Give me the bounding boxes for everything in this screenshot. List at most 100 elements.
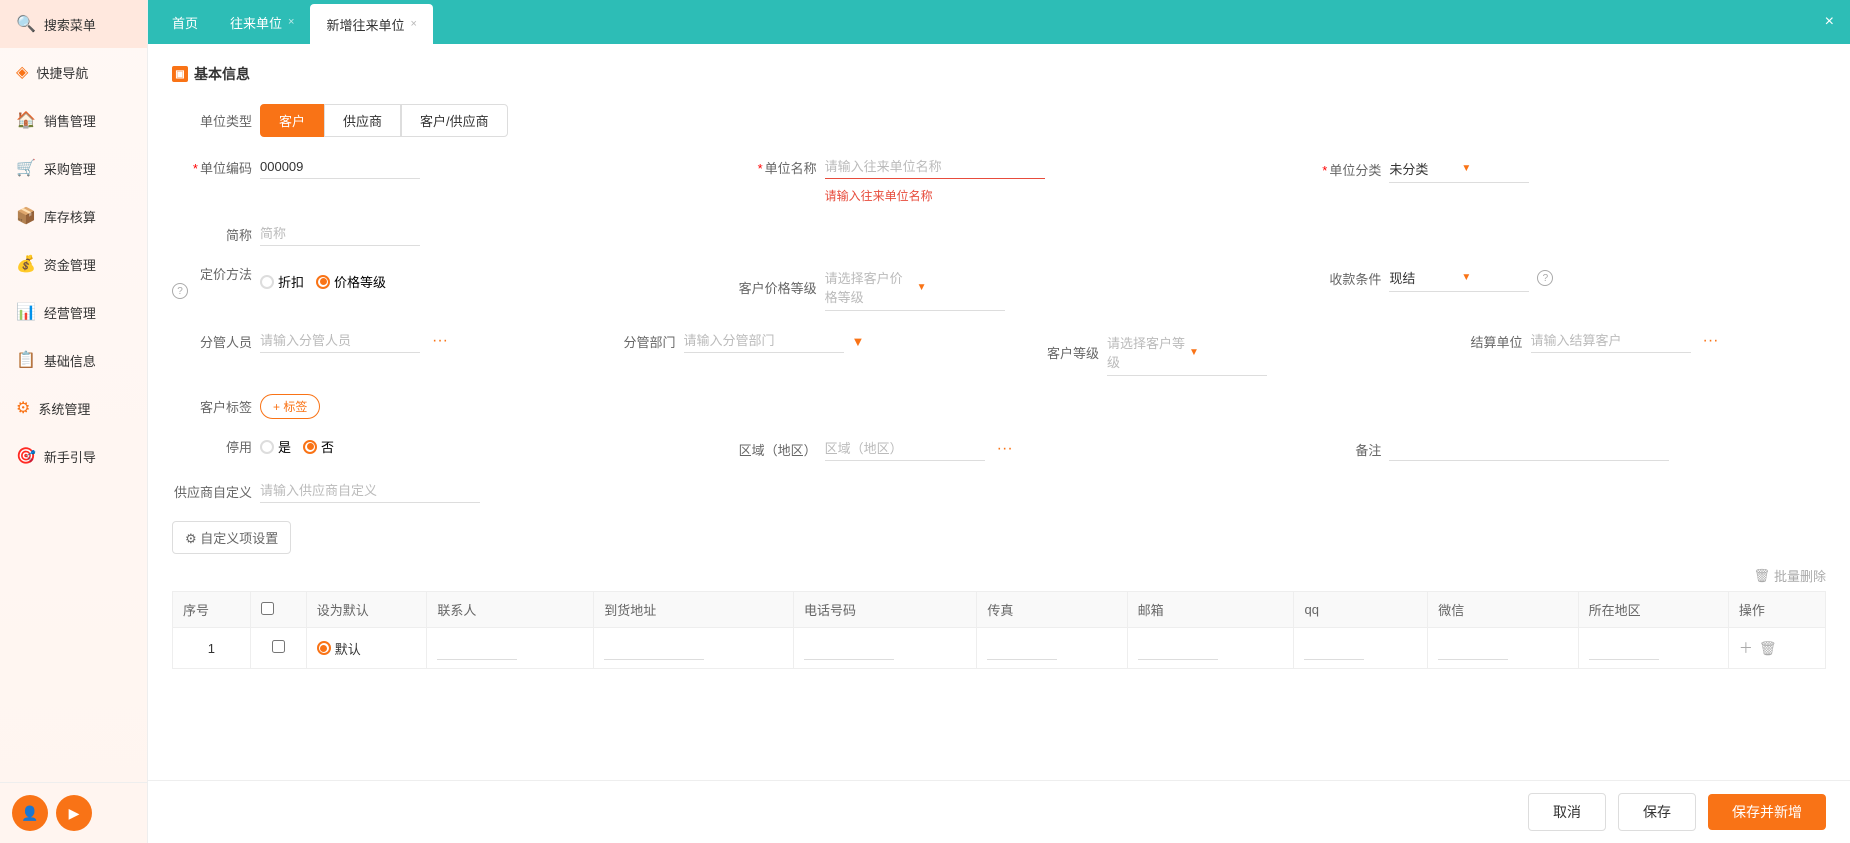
unit-category-chevron: ▼ xyxy=(1461,163,1529,174)
row-fax-input[interactable] xyxy=(987,636,1057,660)
sidebar-bottom: 👤 ▶ xyxy=(0,782,147,843)
sidebar-item-finance[interactable]: 💰 资金管理 xyxy=(0,240,147,288)
sidebar-item-system[interactable]: ⚙ 系统管理 xyxy=(0,384,147,432)
add-tag-btn[interactable]: + 标签 xyxy=(260,394,320,419)
remark-field: 备注 xyxy=(1301,437,1826,461)
btn-customer[interactable]: 客户 xyxy=(260,104,324,137)
sidebar-item-label: 采购管理 xyxy=(44,159,96,178)
unit-code-input[interactable] xyxy=(260,155,420,179)
tab-contacts[interactable]: 往来单位 × xyxy=(214,0,310,44)
tab-contacts-close[interactable]: × xyxy=(288,16,294,28)
sidebar-avatar[interactable]: 👤 xyxy=(12,795,48,831)
main-area: 首页 往来单位 × 新增往来单位 × × ▣ 基本信息 单位类型 客户 供应商 … xyxy=(148,0,1850,843)
row-seq: 1 xyxy=(173,628,251,669)
batch-delete-label[interactable]: 批量删除 xyxy=(1774,566,1826,585)
table-header: 序号 设为默认 联系人 到货地址 电话号码 传真 邮箱 qq 微信 所在地区 操… xyxy=(173,592,1826,628)
sidebar-item-label: 系统管理 xyxy=(38,399,90,418)
remark-input[interactable] xyxy=(1389,437,1669,461)
manager-more-btn[interactable]: ··· xyxy=(428,332,452,350)
row-delete-btn[interactable]: 🗑 xyxy=(1759,640,1777,657)
row-phone-input[interactable] xyxy=(804,636,894,660)
customer-level-select[interactable]: 请选择客户等级 ▼ xyxy=(1107,329,1267,376)
unit-code-required: * xyxy=(193,161,198,176)
tab-home-label: 首页 xyxy=(172,13,198,32)
customer-tag-row: 客户标签 + 标签 xyxy=(172,394,1826,419)
sidebar-item-quick-nav[interactable]: ◈ 快捷导航 xyxy=(0,48,147,96)
sidebar-item-search[interactable]: 🔍 搜索菜单 xyxy=(0,0,147,48)
unit-type-label: 单位类型 xyxy=(172,111,252,130)
radio-no[interactable]: 否 xyxy=(303,437,334,456)
btn-supplier[interactable]: 供应商 xyxy=(324,104,401,137)
btn-both[interactable]: 客户/供应商 xyxy=(401,104,508,137)
sidebar-item-basic-info[interactable]: 📋 基础信息 xyxy=(0,336,147,384)
sidebar-item-operations[interactable]: 📊 经营管理 xyxy=(0,288,147,336)
settlement-unit-more-btn[interactable]: ··· xyxy=(1699,332,1723,350)
sidebar-item-purchase[interactable]: 🛒 采购管理 xyxy=(0,144,147,192)
payment-terms-help-icon[interactable]: ? xyxy=(1537,270,1553,286)
row-address-input[interactable] xyxy=(604,636,704,660)
radio-yes[interactable]: 是 xyxy=(260,437,291,456)
finance-icon: 💰 xyxy=(16,254,36,274)
payment-terms-chevron: ▼ xyxy=(1461,272,1529,283)
row-email xyxy=(1127,628,1294,669)
save-button[interactable]: 保存 xyxy=(1618,793,1696,831)
sidebar-item-sales[interactable]: 🏠 销售管理 xyxy=(0,96,147,144)
unit-category-required: * xyxy=(1322,163,1327,178)
sidebar-item-guide[interactable]: 🎯 新手引导 xyxy=(0,432,147,480)
row-add-btn[interactable]: ＋ xyxy=(1739,638,1753,658)
short-name-input[interactable] xyxy=(260,222,420,246)
select-all-checkbox[interactable] xyxy=(261,602,274,615)
section-title-text: 基本信息 xyxy=(194,64,250,84)
cancel-button[interactable]: 取消 xyxy=(1528,793,1606,831)
radio-discount[interactable]: 折扣 xyxy=(260,272,304,291)
supplier-custom-input[interactable] xyxy=(260,479,480,503)
row-contact xyxy=(427,628,594,669)
radio-price-level[interactable]: 价格等级 xyxy=(316,272,386,291)
row-checkbox[interactable] xyxy=(272,640,285,653)
sidebar-expand-btn[interactable]: ▶ xyxy=(56,795,92,831)
manager-input[interactable] xyxy=(260,329,420,353)
batch-delete-icon: 🗑 xyxy=(1753,568,1770,584)
settlement-unit-input[interactable] xyxy=(1531,329,1691,353)
department-label: 分管部门 xyxy=(596,332,676,351)
region-field: 区域（地区） ··· xyxy=(737,437,1262,461)
tabbar-close-btn[interactable]: × xyxy=(1817,13,1842,31)
tab-new-contact-close[interactable]: × xyxy=(410,18,416,30)
row-wechat-input[interactable] xyxy=(1438,636,1508,660)
row-default-radio[interactable]: 默认 xyxy=(317,639,417,658)
row-default-label: 默认 xyxy=(335,639,361,658)
remark-label: 备注 xyxy=(1301,440,1381,459)
row-address xyxy=(594,628,794,669)
region-more-btn[interactable]: ··· xyxy=(993,440,1017,458)
department-input[interactable] xyxy=(684,329,844,353)
row-area-input[interactable] xyxy=(1589,636,1659,660)
row-qq-input[interactable] xyxy=(1304,636,1364,660)
tab-contacts-label: 往来单位 xyxy=(230,13,282,32)
search-icon: 🔍 xyxy=(16,14,36,34)
radio-no-circle xyxy=(303,440,317,454)
section-title: ▣ 基本信息 xyxy=(172,64,1826,84)
tab-new-contact[interactable]: 新增往来单位 × xyxy=(310,4,432,44)
tab-home[interactable]: 首页 xyxy=(156,0,214,44)
short-name-field: 简称 xyxy=(172,222,1826,246)
sidebar-item-inventory[interactable]: 📦 库存核算 xyxy=(0,192,147,240)
save-new-button[interactable]: 保存并新增 xyxy=(1708,794,1826,830)
pricing-help-icon[interactable]: ? xyxy=(172,283,188,299)
tabbar: 首页 往来单位 × 新增往来单位 × × xyxy=(148,0,1850,44)
supplier-custom-field: 供应商自定义 xyxy=(172,479,1826,503)
row-contact-input[interactable] xyxy=(437,636,517,660)
col-address: 到货地址 xyxy=(594,592,794,628)
unit-name-input[interactable] xyxy=(825,155,1045,179)
radio-yes-circle xyxy=(260,440,274,454)
customer-price-level-select[interactable]: 请选择客户价格等级 ▼ xyxy=(825,264,1005,311)
row-email-input[interactable] xyxy=(1138,636,1218,660)
unit-category-select[interactable]: 未分类 ▼ xyxy=(1389,155,1529,183)
region-input[interactable] xyxy=(825,437,985,461)
manager-label: 分管人员 xyxy=(172,332,252,351)
row-action: ＋ 🗑 xyxy=(1728,628,1825,669)
payment-terms-select[interactable]: 现结 ▼ xyxy=(1389,264,1529,292)
operations-icon: 📊 xyxy=(16,302,36,322)
custom-settings-btn[interactable]: ⚙ 自定义项设置 xyxy=(172,521,291,554)
sidebar: 🔍 搜索菜单 ◈ 快捷导航 🏠 销售管理 🛒 采购管理 📦 库存核算 💰 资金管… xyxy=(0,0,148,843)
col-area: 所在地区 xyxy=(1578,592,1728,628)
